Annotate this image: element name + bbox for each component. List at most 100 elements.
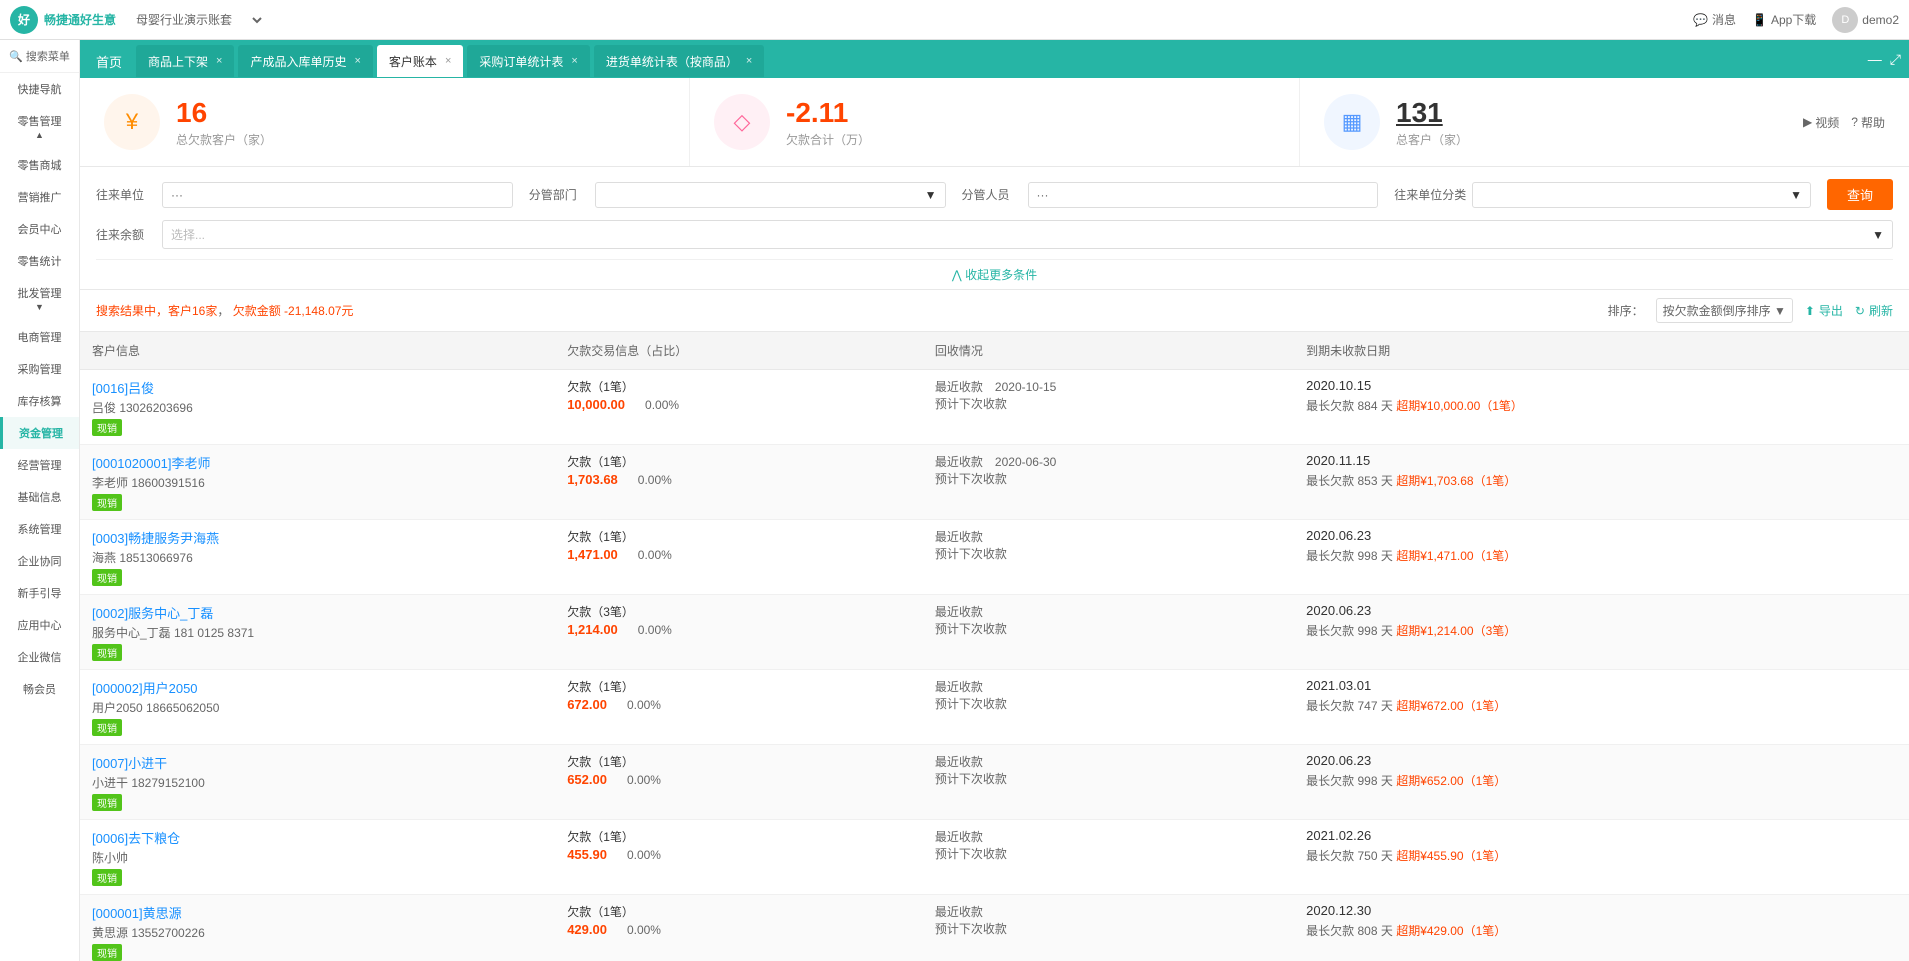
debt-amount[interactable]: 1,703.68 (567, 472, 618, 487)
close-icon-4[interactable]: × (571, 55, 577, 67)
company-select[interactable]: 母婴行业演示账套 (126, 10, 265, 30)
sidebar-item-app-center[interactable]: 应用中心 (0, 609, 79, 641)
cell-due-date: 2020.06.23 最长欠款 998 天 超期¥1,214.00（3笔） (1294, 595, 1909, 670)
customer-name[interactable]: [0003]畅捷服务尹海燕 (92, 528, 543, 547)
debt-count: 欠款（1笔） (567, 453, 911, 470)
manager-input[interactable]: ··· (1028, 182, 1379, 208)
cell-customer-info: [0003]畅捷服务尹海燕 海燕 18513066976 现销 (80, 520, 555, 595)
overdue-link[interactable]: 超期¥10,000.00（1笔） (1396, 399, 1523, 413)
sidebar-item-capital-mgmt[interactable]: 资金管理 (0, 417, 79, 449)
sidebar-item-retail-stats[interactable]: 零售统计 (0, 245, 79, 277)
user-avatar-btn[interactable]: D demo2 (1832, 7, 1899, 33)
customer-name[interactable]: [0007]小进干 (92, 753, 543, 772)
tab-purchase-order[interactable]: 采购订单统计表 × (467, 45, 589, 77)
top-right: 💬 消息 📱 App下载 D demo2 (1693, 7, 1899, 33)
customer-name[interactable]: [0002]服务中心_丁磊 (92, 603, 543, 622)
cell-customer-info: [000001]黄思源 黄思源 13552700226 现销 (80, 895, 555, 961)
tab-home[interactable]: 首页 (86, 45, 132, 77)
last-collection: 最近收款 (935, 678, 1282, 695)
maximize-tab-icon[interactable]: ⤢ (1890, 51, 1901, 68)
overdue-link[interactable]: 超期¥1,703.68（1笔） (1396, 474, 1516, 488)
refresh-btn[interactable]: ↻ 刷新 (1855, 302, 1893, 319)
tab-production-history[interactable]: 产成品入库单历史 × (238, 45, 372, 77)
filter-from-unit: 往来单位 ··· (96, 182, 513, 208)
customer-phone: 陈小帅 (92, 849, 543, 866)
sidebar-item-basic-info[interactable]: 基础信息 (0, 481, 79, 513)
sidebar-item-member-center[interactable]: 会员中心 (0, 213, 79, 245)
next-collection: 预计下次收款 (935, 920, 1282, 937)
sidebar-item-newbie-guide[interactable]: 新手引导 (0, 577, 79, 609)
balance-select[interactable]: 选择... ▼ (162, 220, 1893, 249)
customer-name[interactable]: [000001]黄思源 (92, 903, 543, 922)
customer-name[interactable]: [0016]吕俊 (92, 378, 543, 397)
sort-select[interactable]: 按欠款金额倒序排序 ▼ (1656, 298, 1793, 323)
sidebar-item-inventory[interactable]: 库存核算 (0, 385, 79, 417)
table-row: [0007]小进干 小进干 18279152100 现销 欠款（1笔） 652.… (80, 745, 1909, 820)
debt-amount[interactable]: 455.90 (567, 847, 607, 862)
help-btn[interactable]: ? 帮助 (1851, 114, 1885, 131)
sidebar-item-enterprise-collab[interactable]: 企业协同 (0, 545, 79, 577)
from-unit-label: 往来单位 (96, 186, 156, 203)
cell-due-date: 2021.03.01 最长欠款 747 天 超期¥672.00（1笔） (1294, 670, 1909, 745)
debt-amount[interactable]: 429.00 (567, 922, 607, 937)
close-icon-2[interactable]: × (354, 55, 360, 67)
video-btn[interactable]: ▶ 视频 (1803, 114, 1839, 131)
overdue-info: 最长欠款 998 天 超期¥1,214.00（3笔） (1306, 622, 1897, 639)
unit-category-select[interactable]: ▼ (1472, 182, 1811, 208)
close-icon-5[interactable]: × (746, 55, 752, 67)
collapse-row[interactable]: ⋀ 收起更多条件 (96, 259, 1893, 289)
message-btn[interactable]: 💬 消息 (1693, 11, 1736, 28)
cell-debt-info: 欠款（3笔） 1,214.00 0.00% (555, 595, 923, 670)
debt-amount[interactable]: 1,471.00 (567, 547, 618, 562)
overdue-link[interactable]: 超期¥1,214.00（3笔） (1396, 624, 1516, 638)
tab-customer-account[interactable]: 客户账本 × (377, 45, 463, 77)
customer-phone: 李老师 18600391516 (92, 474, 543, 491)
app-download-btn[interactable]: 📱 App下载 (1752, 11, 1816, 28)
customer-tag: 现销 (92, 644, 122, 661)
sidebar-item-chang-member[interactable]: 畅会员 (0, 673, 79, 705)
close-icon[interactable]: × (216, 55, 222, 67)
debt-amount[interactable]: 1,214.00 (567, 622, 618, 637)
debt-amount[interactable]: 10,000.00 (567, 397, 625, 412)
sidebar-item-purchase-mgmt[interactable]: 采购管理 (0, 353, 79, 385)
minimize-tab-icon[interactable]: — (1868, 51, 1882, 68)
sidebar-item-retail-mall[interactable]: 零售商城 (0, 149, 79, 181)
close-icon-3[interactable]: × (445, 55, 451, 67)
sidebar-item-marketing[interactable]: 营销推广 (0, 181, 79, 213)
department-select[interactable]: ▼ (595, 182, 946, 208)
search-menu-item[interactable]: 🔍 搜索菜单 (0, 40, 79, 73)
sidebar-item-retail-mgmt[interactable]: 零售管理 ▲ (0, 105, 79, 149)
sidebar-item-ecommerce[interactable]: 电商管理 (0, 321, 79, 353)
manager-label: 分管人员 (962, 186, 1022, 203)
customer-name[interactable]: [0006]去下粮仓 (92, 828, 543, 847)
next-collection: 预计下次收款 (935, 470, 1282, 487)
customer-name[interactable]: [000002]用户2050 (92, 678, 543, 697)
overdue-link[interactable]: 超期¥429.00（1笔） (1396, 924, 1506, 938)
sidebar-item-operations[interactable]: 经营管理 (0, 449, 79, 481)
export-btn[interactable]: ⬆ 导出 (1805, 302, 1843, 319)
debt-amount[interactable]: 652.00 (567, 772, 607, 787)
sidebar-item-batch-mgmt[interactable]: 批发管理 ▼ (0, 277, 79, 321)
next-collection: 预计下次收款 (935, 395, 1282, 412)
overdue-link[interactable]: 超期¥652.00（1笔） (1396, 774, 1506, 788)
customer-name[interactable]: [0001020001]李老师 (92, 453, 543, 472)
table-row: [0001020001]李老师 李老师 18600391516 现销 欠款（1笔… (80, 445, 1909, 520)
cell-recovery: 最近收款 预计下次收款 (923, 895, 1294, 961)
table-body: [0016]吕俊 吕俊 13026203696 现销 欠款（1笔） 10,000… (80, 370, 1909, 961)
sidebar-item-quick-nav[interactable]: 快捷导航 (0, 73, 79, 105)
overdue-link[interactable]: 超期¥1,471.00（1笔） (1396, 549, 1516, 563)
sidebar-item-system-mgmt[interactable]: 系统管理 (0, 513, 79, 545)
overdue-link[interactable]: 超期¥455.90（1笔） (1396, 849, 1506, 863)
overdue-link[interactable]: 超期¥672.00（1笔） (1396, 699, 1506, 713)
sidebar-item-enterprise-wechat[interactable]: 企业微信 (0, 641, 79, 673)
tab-product-offline[interactable]: 商品上下架 × (136, 45, 234, 77)
tab-incoming-stats[interactable]: 进货单统计表（按商品） × (594, 45, 764, 77)
query-button[interactable]: 查询 (1827, 179, 1893, 210)
overdue-info: 最长欠款 998 天 超期¥652.00（1笔） (1306, 772, 1897, 789)
debt-count: 欠款（1笔） (567, 678, 911, 695)
cell-customer-info: [000002]用户2050 用户2050 18665062050 现销 (80, 670, 555, 745)
from-unit-input[interactable]: ··· (162, 182, 513, 208)
debt-count: 欠款（1笔） (567, 903, 911, 920)
due-date-value: 2020.11.15 (1306, 453, 1897, 468)
debt-amount[interactable]: 672.00 (567, 697, 607, 712)
